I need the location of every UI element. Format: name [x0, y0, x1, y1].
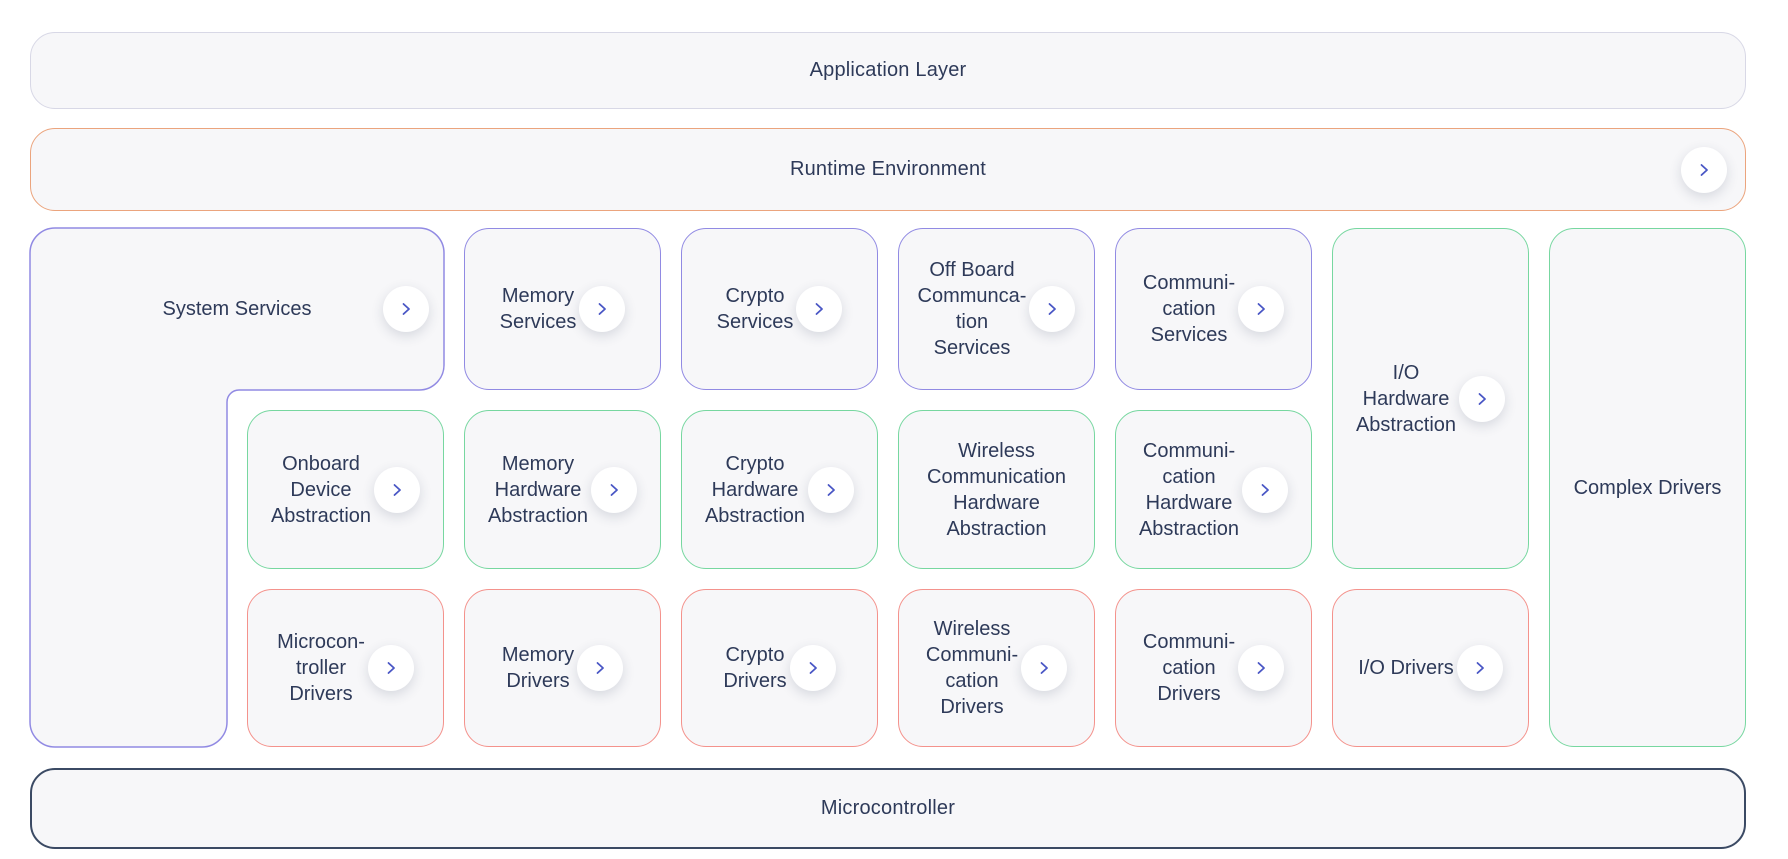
layered-architecture-diagram: Application Layer Runtime Environment Sy…: [29, 32, 1746, 849]
memory-drivers-box[interactable]: Memory Drivers: [464, 589, 661, 747]
io-hardware-abstraction-box[interactable]: I/O Hardware Abstraction: [1332, 228, 1529, 569]
chevron-right-icon[interactable]: [1021, 645, 1068, 691]
chevron-right-icon[interactable]: [367, 645, 414, 691]
microcontroller-label: Microcontroller: [820, 797, 956, 819]
chevron-right-icon[interactable]: [1238, 645, 1285, 691]
basic-software-grid: System Services Memory Services Crypto S…: [29, 227, 1746, 748]
runtime-environment-label: Runtime Environment: [789, 158, 987, 180]
crypto-drivers-label: Crypto Drivers: [723, 644, 787, 692]
offboard-communication-services-box[interactable]: Off Board Communca- tion Services: [898, 228, 1095, 390]
application-layer-label: Application Layer: [809, 59, 967, 81]
chevron-right-icon[interactable]: [796, 286, 843, 332]
chevron-right-icon[interactable]: [591, 466, 638, 513]
io-hardware-abstraction-label: I/O Hardware Abstraction: [1355, 361, 1457, 436]
chevron-right-icon[interactable]: [1238, 286, 1285, 332]
memory-services-box[interactable]: Memory Services: [464, 228, 661, 390]
chevron-right-icon[interactable]: [1456, 645, 1503, 691]
wireless-communication-hardware-abstraction-label: Wireless Communication Hardware Abstract…: [927, 439, 1066, 540]
runtime-environment-box[interactable]: Runtime Environment: [30, 128, 1746, 211]
application-layer-box: Application Layer: [30, 32, 1746, 109]
memory-services-label: Memory Services: [499, 285, 577, 333]
crypto-services-box[interactable]: Crypto Services: [681, 228, 878, 390]
chevron-right-icon[interactable]: [1681, 146, 1727, 193]
wireless-communication-drivers-label: Wireless Communi- cation Drivers: [925, 618, 1019, 718]
io-drivers-box[interactable]: I/O Drivers: [1332, 589, 1529, 747]
chevron-right-icon[interactable]: [1459, 375, 1506, 422]
memory-drivers-label: Memory Drivers: [501, 644, 575, 692]
chevron-right-icon[interactable]: [1242, 466, 1289, 513]
communication-services-label: Communi- cation Services: [1142, 272, 1236, 346]
crypto-drivers-box[interactable]: Crypto Drivers: [681, 589, 878, 747]
chevron-right-icon[interactable]: [383, 286, 429, 332]
system-services-overlay[interactable]: System Services: [30, 228, 444, 390]
crypto-hardware-abstraction-label: Crypto Hardware Abstraction: [704, 452, 806, 527]
communication-hardware-abstraction-box[interactable]: Communi- cation Hardware Abstraction: [1115, 410, 1312, 569]
communication-services-box[interactable]: Communi- cation Services: [1115, 228, 1312, 390]
chevron-right-icon[interactable]: [808, 466, 855, 513]
communication-hardware-abstraction-label: Communi- cation Hardware Abstraction: [1138, 439, 1240, 540]
memory-hardware-abstraction-box[interactable]: Memory Hardware Abstraction: [464, 410, 661, 569]
communication-drivers-label: Communi- cation Drivers: [1142, 631, 1236, 705]
io-drivers-label: I/O Drivers: [1358, 657, 1454, 679]
memory-hardware-abstraction-label: Memory Hardware Abstraction: [487, 452, 589, 527]
system-services-label: System Services: [162, 297, 312, 320]
complex-drivers-label: Complex Drivers: [1573, 476, 1722, 499]
chevron-right-icon[interactable]: [579, 286, 626, 332]
wireless-communication-drivers-box[interactable]: Wireless Communi- cation Drivers: [898, 589, 1095, 747]
chevron-right-icon[interactable]: [374, 466, 421, 513]
microcontroller-box: Microcontroller: [30, 768, 1746, 849]
crypto-services-label: Crypto Services: [716, 285, 794, 333]
offboard-communication-services-label: Off Board Communca- tion Services: [917, 259, 1027, 359]
wireless-communication-hardware-abstraction-box: Wireless Communication Hardware Abstract…: [898, 410, 1095, 569]
chevron-right-icon[interactable]: [789, 645, 836, 691]
complex-drivers-box: Complex Drivers: [1549, 228, 1746, 747]
communication-drivers-box[interactable]: Communi- cation Drivers: [1115, 589, 1312, 747]
crypto-hardware-abstraction-box[interactable]: Crypto Hardware Abstraction: [681, 410, 878, 569]
chevron-right-icon[interactable]: [577, 645, 624, 691]
chevron-right-icon[interactable]: [1029, 286, 1076, 332]
